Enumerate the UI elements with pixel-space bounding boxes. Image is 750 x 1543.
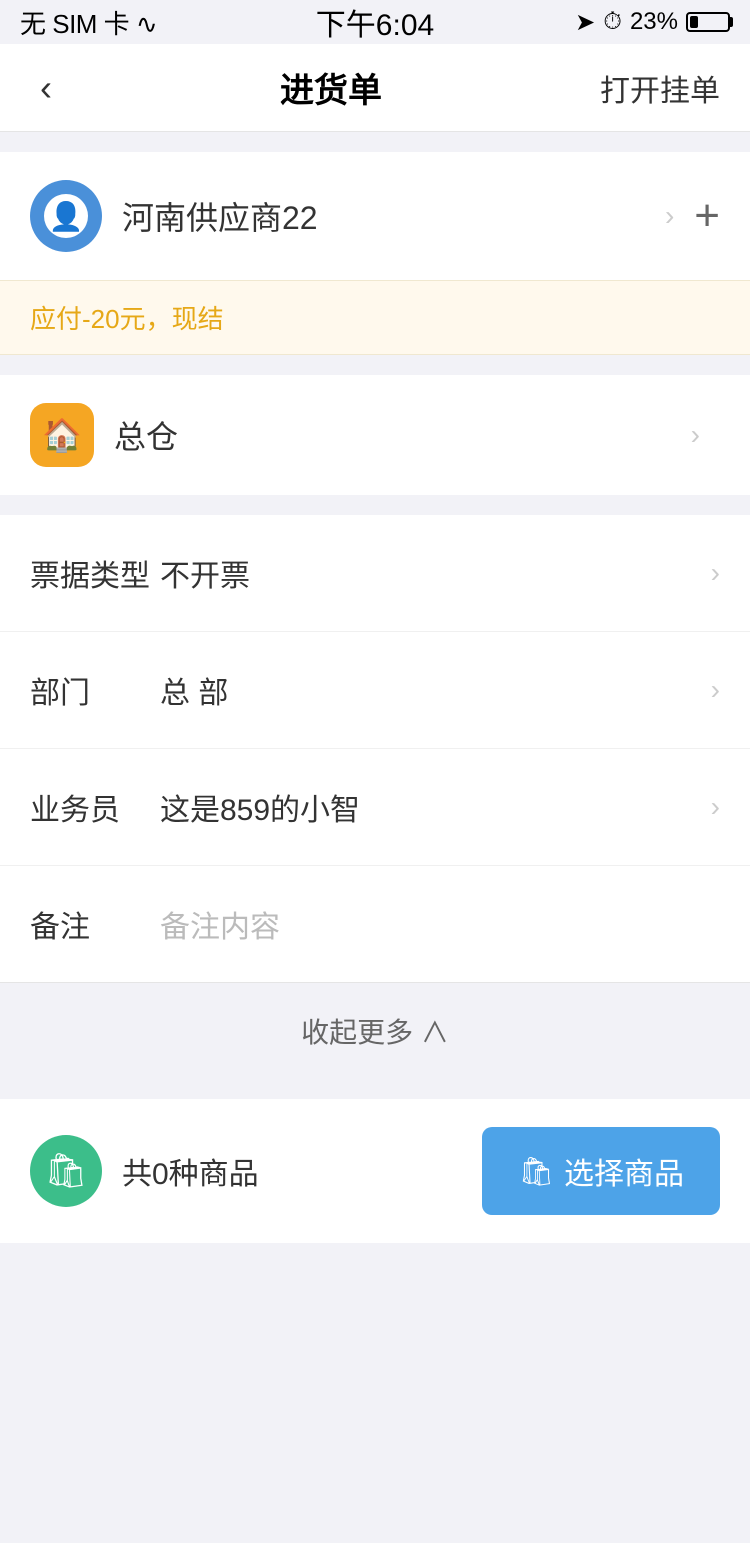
open-pending-button[interactable]: 打开挂单 [600,66,720,110]
salesperson-value: 这是859的小智 [150,785,711,829]
bottom-space [0,1243,750,1543]
cart-icon: 🛍 [518,1155,554,1188]
location-icon: ➤ [575,8,595,37]
remarks-row[interactable]: 备注 备注内容 [0,866,750,982]
supplier-chevron-icon: › [665,200,674,232]
department-value: 总 部 [150,668,711,712]
nav-bar: ‹ 进货单 打开挂单 [0,44,750,132]
person-icon: 👤 [49,200,84,233]
top-divider [0,132,750,152]
invoice-type-label: 票据类型 [30,551,150,595]
supplier-avatar: 👤 [30,180,102,252]
select-product-button[interactable]: 🛍 选择商品 [482,1127,720,1215]
department-label: 部门 [30,668,150,712]
salesperson-row[interactable]: 业务员 这是859的小智 › [0,749,750,866]
department-row[interactable]: 部门 总 部 › [0,632,750,749]
section-gap-1 [0,355,750,375]
department-chevron-icon: › [711,674,720,706]
time-text: 下午6:04 [316,0,434,44]
product-icon: 🛍 [30,1135,102,1207]
page-title: 进货单 [280,63,382,112]
remarks-value: 备注内容 [150,902,720,946]
supplier-name: 河南供应商22 [122,193,665,239]
salesperson-label: 业务员 [30,785,150,829]
battery-fill [690,16,698,28]
supplier-row[interactable]: 👤 河南供应商22 › + [0,152,750,280]
remarks-label: 备注 [30,902,150,946]
warehouse-icon: 🏠 [30,403,94,467]
status-right: ➤ ⏱ 23% [575,8,730,37]
product-count: 共0种商品 [122,1149,482,1193]
salesperson-chevron-icon: › [711,791,720,823]
warehouse-chevron-icon: › [691,419,700,451]
warehouse-row[interactable]: 🏠 总仓 › [0,375,750,495]
back-button[interactable]: ‹ [30,57,62,119]
status-bar: 无 SIM 卡 ∿ 下午6:04 ➤ ⏱ 23% [0,0,750,44]
notice-bar: 应付-20元，现结 [0,280,750,355]
supplier-card: 👤 河南供应商22 › + 应付-20元，现结 [0,152,750,355]
battery-percent: 23% [630,8,678,36]
form-section: 票据类型 不开票 › 部门 总 部 › 业务员 这是859的小智 › 备注 备注… [0,515,750,982]
invoice-type-value: 不开票 [150,551,711,595]
collapse-button[interactable]: 收起更多 ∧ [0,982,750,1079]
select-product-label: 选择商品 [564,1149,684,1193]
add-supplier-button[interactable]: + [694,194,720,238]
alarm-icon: ⏱ [603,8,622,36]
invoice-type-row[interactable]: 票据类型 不开票 › [0,515,750,632]
product-section: 🛍 共0种商品 🛍 选择商品 [0,1099,750,1243]
warehouse-name: 总仓 [114,412,691,458]
carrier-text: 无 SIM 卡 ∿ [20,4,157,41]
invoice-type-chevron-icon: › [711,557,720,589]
avatar-inner: 👤 [44,194,88,238]
battery-icon [686,12,730,32]
